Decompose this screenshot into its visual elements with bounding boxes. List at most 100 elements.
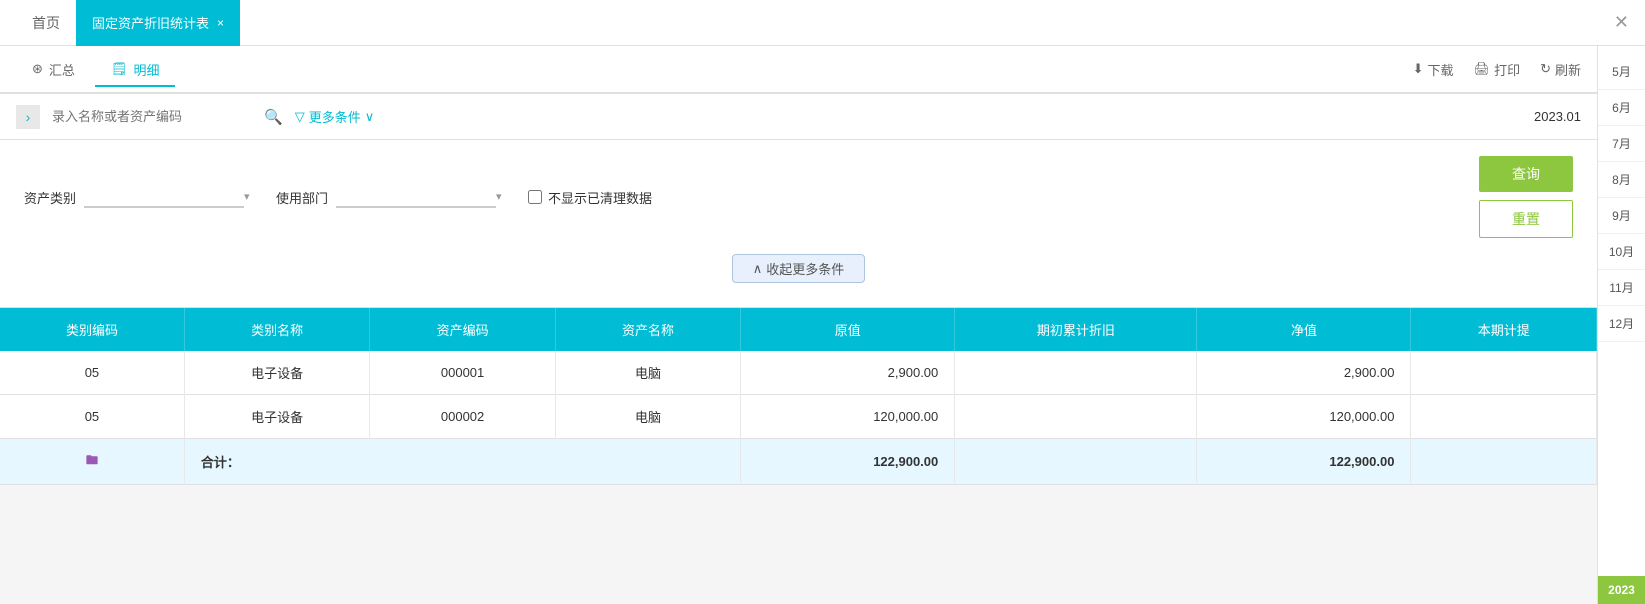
search-bar: › 🔍 ▽ 更多条件 ∨ 2023.01 (0, 94, 1597, 140)
collapse-row: ∧ 收起更多条件 (24, 246, 1573, 291)
department-filter: 使用部门 ▾ (276, 187, 496, 208)
tab-label: 固定资产折旧统计表 (92, 13, 209, 32)
reset-button[interactable]: 重置 (1479, 200, 1573, 238)
chevron-down-icon: ∨ (365, 109, 375, 125)
col-net-value: 净值 (1197, 308, 1411, 351)
sidebar-month-8[interactable]: 8月 (1598, 162, 1645, 198)
cell-asset-name: 电脑 (555, 395, 740, 439)
cell-original-value: 2,900.00 (741, 351, 955, 395)
tab-close-icon[interactable]: × (217, 16, 224, 30)
col-category-code: 类别编码 (0, 308, 184, 351)
filter-action-buttons: 查询 重置 (1479, 156, 1573, 238)
detail-label: 明细 (133, 60, 159, 79)
table-total-row: 🖿 合计： 122,900.00 122,900.00 (0, 439, 1597, 485)
col-current-period: 本期计提 (1411, 308, 1597, 351)
total-accumulated-depreciation (955, 439, 1197, 485)
department-input[interactable] (336, 187, 496, 207)
asset-category-filter: 资产类别 ▾ (24, 187, 244, 208)
data-table: 类别编码 类别名称 资产编码 资产名称 原值 期初累计折旧 净值 本期计提 05… (0, 308, 1597, 485)
year-badge[interactable]: 2023 (1598, 576, 1645, 604)
cell-asset-code: 000002 (370, 395, 555, 439)
cell-accumulated-depreciation (955, 395, 1197, 439)
summary-label: 汇总 (49, 60, 75, 79)
active-tab[interactable]: 固定资产折旧统计表 × (76, 0, 240, 46)
main-content: ⊛ 汇总 🗒 明细 ⬇ 下载 🖨 打印 ↻ 刷新 (0, 46, 1597, 485)
total-current-period (1411, 439, 1597, 485)
sidebar-month-7[interactable]: 7月 (1598, 126, 1645, 162)
cell-asset-code: 000001 (370, 351, 555, 395)
home-nav-item[interactable]: 首页 (16, 13, 76, 33)
exclude-cleared-label: 不显示已清理数据 (548, 188, 652, 207)
expand-panel-button[interactable]: › (16, 105, 40, 129)
cell-net-value: 120,000.00 (1197, 395, 1411, 439)
top-nav-bar: 首页 固定资产折旧统计表 × ✕ (0, 0, 1645, 46)
exclude-cleared-checkbox[interactable] (528, 190, 542, 204)
search-icon[interactable]: 🔍 (264, 108, 283, 126)
col-original-value: 原值 (741, 308, 955, 351)
cell-category-code: 05 (0, 395, 184, 439)
sidebar-month-6[interactable]: 6月 (1598, 90, 1645, 126)
cell-category-code: 05 (0, 351, 184, 395)
collapse-conditions-button[interactable]: ∧ 收起更多条件 (732, 254, 866, 283)
col-asset-code: 资产编码 (370, 308, 555, 351)
cell-net-value: 2,900.00 (1197, 351, 1411, 395)
collapse-icon: ∧ (753, 261, 763, 277)
month-sidebar: 5月 6月 7月 8月 9月 10月 11月 12月 2023 (1597, 46, 1645, 604)
download-icon: ⬇ (1413, 61, 1424, 77)
asset-category-input[interactable] (84, 187, 244, 207)
sidebar-month-5[interactable]: 5月 (1598, 54, 1645, 90)
window-close-button[interactable]: ✕ (1614, 12, 1629, 33)
table-row: 05 电子设备 000002 电脑 120,000.00 120,000.00 (0, 395, 1597, 439)
print-icon: 🖨 (1474, 61, 1491, 77)
filter-panel: 资产类别 ▾ 使用部门 ▾ 不显示已清理数据 (0, 140, 1597, 308)
sidebar-month-12[interactable]: 12月 (1598, 306, 1645, 342)
total-icon-cell: 🖿 (0, 439, 184, 485)
search-date: 2023.01 (1534, 109, 1581, 124)
refresh-label: 刷新 (1555, 60, 1581, 79)
download-button[interactable]: ⬇ 下载 (1413, 60, 1454, 79)
detail-icon: 🗒 (111, 61, 128, 77)
more-conditions-button[interactable]: ▽ 更多条件 ∨ (295, 107, 375, 126)
asset-category-dropdown-icon[interactable]: ▾ (244, 190, 250, 203)
department-dropdown-icon[interactable]: ▾ (496, 190, 502, 203)
print-label: 打印 (1494, 60, 1520, 79)
tab-detail[interactable]: 🗒 明细 (95, 54, 176, 87)
refresh-icon: ↻ (1540, 61, 1551, 77)
summary-icon: ⊛ (32, 61, 43, 77)
cell-original-value: 120,000.00 (741, 395, 955, 439)
filter-label: 更多条件 (309, 107, 361, 126)
col-accumulated-depreciation: 期初累计折旧 (955, 308, 1197, 351)
secondary-toolbar: ⊛ 汇总 🗒 明细 ⬇ 下载 🖨 打印 ↻ 刷新 (0, 46, 1597, 94)
cell-category-name: 电子设备 (184, 395, 369, 439)
refresh-button[interactable]: ↻ 刷新 (1540, 60, 1581, 79)
sidebar-month-9[interactable]: 9月 (1598, 198, 1645, 234)
download-label: 下载 (1428, 60, 1454, 79)
cell-current-period (1411, 351, 1597, 395)
department-label: 使用部门 (276, 188, 328, 207)
asset-category-label: 资产类别 (24, 188, 76, 207)
collapse-label: 收起更多条件 (766, 259, 844, 278)
table-header-row: 类别编码 类别名称 资产编码 资产名称 原值 期初累计折旧 净值 本期计提 (0, 308, 1597, 351)
filter-row: 资产类别 ▾ 使用部门 ▾ 不显示已清理数据 (24, 156, 1573, 238)
col-asset-name: 资产名称 (555, 308, 740, 351)
cell-category-name: 电子设备 (184, 351, 369, 395)
cell-current-period (1411, 395, 1597, 439)
sidebar-month-10[interactable]: 10月 (1598, 234, 1645, 270)
toolbar-actions: ⬇ 下载 🖨 打印 ↻ 刷新 (1413, 60, 1581, 79)
total-net-value: 122,900.00 (1197, 439, 1411, 485)
sidebar-month-11[interactable]: 11月 (1598, 270, 1645, 306)
cell-accumulated-depreciation (955, 351, 1197, 395)
col-category-name: 类别名称 (184, 308, 369, 351)
total-original-value: 122,900.00 (741, 439, 955, 485)
tab-summary[interactable]: ⊛ 汇总 (16, 54, 91, 87)
query-button[interactable]: 查询 (1479, 156, 1573, 192)
total-label: 合计： (184, 439, 740, 485)
table-row: 05 电子设备 000001 电脑 2,900.00 2,900.00 (0, 351, 1597, 395)
data-table-container: 类别编码 类别名称 资产编码 资产名称 原值 期初累计折旧 净值 本期计提 05… (0, 308, 1597, 485)
search-input[interactable] (52, 109, 252, 124)
filter-icon: ▽ (295, 109, 305, 125)
print-button[interactable]: 🖨 打印 (1474, 60, 1521, 79)
cell-asset-name: 电脑 (555, 351, 740, 395)
exclude-cleared-filter: 不显示已清理数据 (528, 188, 652, 207)
total-icon: 🖿 (86, 453, 98, 467)
